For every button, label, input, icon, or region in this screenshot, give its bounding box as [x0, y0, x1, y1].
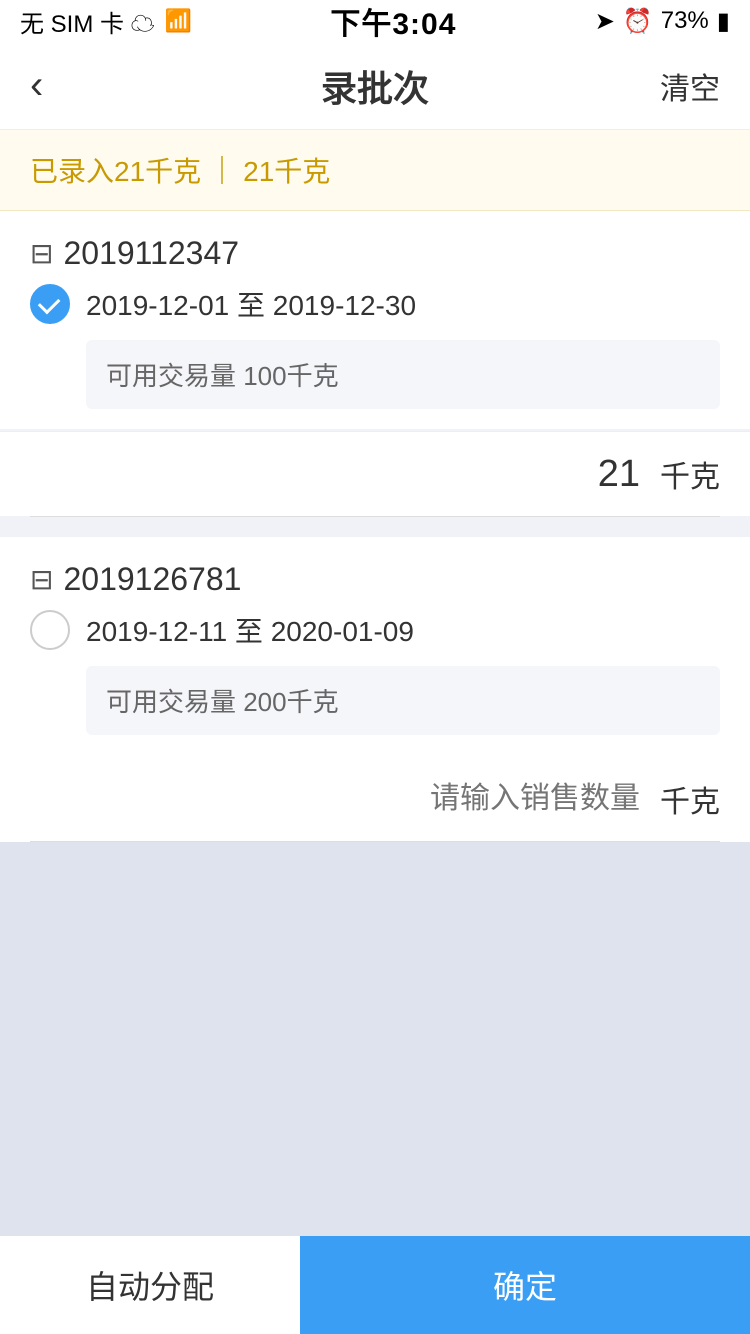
status-right: ➤ ⏰ 73% ▮	[595, 7, 730, 36]
batch-item-1: ⊟ 2019112347 2019-12-01 至 2019-12-30 可用交…	[0, 211, 750, 429]
batch-1-date: 2019-12-01 至 2019-12-30	[86, 284, 416, 324]
batch-1-radio[interactable]	[30, 284, 70, 324]
page-title: 录批次	[321, 60, 429, 112]
batch-1-header: ⊟ 2019112347	[30, 235, 720, 272]
batch-item-2: ⊟ 2019126781 2019-12-11 至 2020-01-09 可用交…	[0, 537, 750, 842]
location-icon: ➤	[595, 7, 615, 36]
back-button[interactable]: ‹	[30, 63, 90, 108]
gray-area	[0, 842, 750, 1242]
batch-2-quantity-input[interactable]	[30, 782, 640, 816]
info-banner: 已录入21千克 21千克	[0, 130, 750, 211]
batch-1-available-qty: 可用交易量 100千克	[86, 340, 720, 409]
batch-1-amount-row: 21 千克	[0, 431, 750, 516]
batch-2-details: ⊟ 2019126781 2019-12-11 至 2020-01-09 可用交…	[0, 537, 750, 755]
batch-2-input-row: 千克	[30, 757, 720, 841]
nav-bar: ‹ 录批次 清空	[0, 42, 750, 130]
status-left: 无 SIM 卡 ☁ 📶	[20, 4, 192, 39]
info-divider	[221, 156, 223, 184]
alarm-icon: ⏰	[623, 7, 653, 36]
auto-distribute-button[interactable]: 自动分配	[0, 1236, 300, 1334]
batch-2-date-row: 2019-12-11 至 2020-01-09	[30, 610, 720, 650]
section-divider	[0, 517, 750, 537]
batch-1-amount-value: 21	[598, 453, 640, 496]
recorded-amount-label: 已录入21千克	[30, 150, 201, 190]
clear-button[interactable]: 清空	[660, 64, 720, 108]
wifi-icon: 📶	[165, 8, 192, 34]
status-time: 下午3:04	[330, 0, 456, 43]
battery-label: 73%	[661, 7, 709, 35]
batch-2-input-section: 千克	[0, 757, 750, 842]
batch-2-radio[interactable]	[30, 610, 70, 650]
batch-1-icon: ⊟	[30, 237, 53, 270]
recorded-amount-value: 21千克	[243, 150, 330, 190]
batch-2-available-qty: 可用交易量 200千克	[86, 666, 720, 735]
batch-1-amount-unit: 千克	[660, 452, 720, 496]
confirm-button[interactable]: 确定	[300, 1236, 750, 1334]
batch-2-unit: 千克	[660, 777, 720, 821]
no-sim-label: 无 SIM 卡 ☁	[20, 4, 155, 39]
batch-2-icon: ⊟	[30, 563, 53, 596]
batch-1-id: 2019112347	[63, 235, 239, 272]
status-bar: 无 SIM 卡 ☁ 📶 下午3:04 ➤ ⏰ 73% ▮	[0, 0, 750, 42]
batch-2-date: 2019-12-11 至 2020-01-09	[86, 610, 414, 650]
batch-1-date-row: 2019-12-01 至 2019-12-30	[30, 284, 720, 324]
bottom-bar: 自动分配 确定	[0, 1236, 750, 1334]
batch-2-header: ⊟ 2019126781	[30, 561, 720, 598]
batch-2-id: 2019126781	[63, 561, 241, 598]
battery-icon: ▮	[717, 7, 730, 36]
